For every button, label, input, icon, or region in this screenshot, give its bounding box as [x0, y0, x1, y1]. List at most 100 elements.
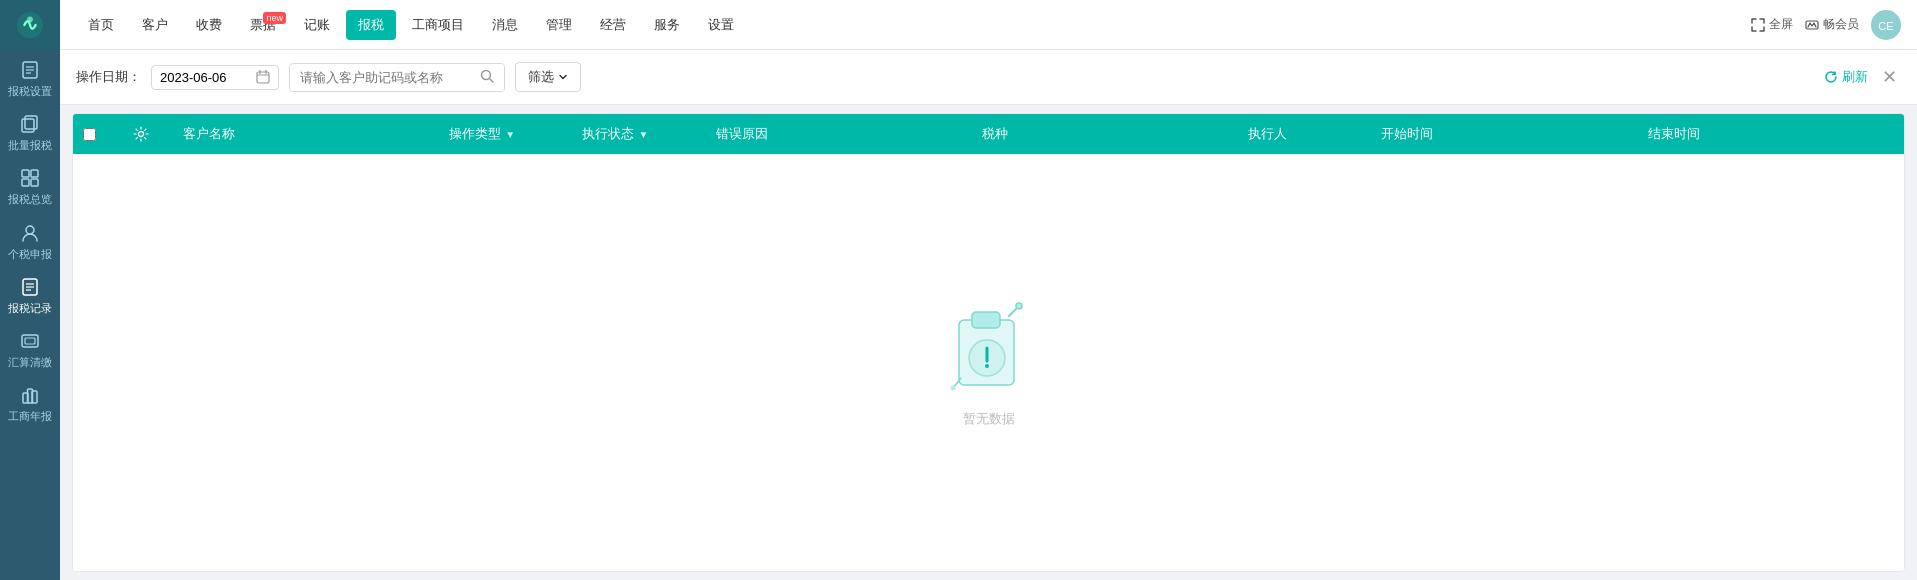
svg-point-1 [27, 17, 33, 23]
calendar-icon [256, 70, 270, 84]
settings-icon [133, 126, 149, 142]
th-executor: 执行人 [1238, 125, 1371, 143]
sort-exec-status-icon: ▼ [638, 129, 648, 140]
refresh-button[interactable]: 刷新 [1824, 68, 1868, 86]
date-label: 操作日期： [76, 68, 141, 86]
search-button[interactable] [470, 64, 504, 91]
sidebar-item-baoshui-zonlan[interactable]: 报税总览 [0, 158, 60, 212]
svg-point-38 [1016, 303, 1022, 309]
sidebar-item-baoshui-jilu[interactable]: 报税记录 [0, 267, 60, 321]
vip-icon [1805, 18, 1819, 32]
svg-line-30 [490, 78, 494, 82]
huisuan-jiaona-icon [18, 329, 42, 353]
filter-button[interactable]: 筛选 [515, 62, 581, 92]
search-input[interactable] [290, 65, 470, 90]
table-header: 客户名称 操作类型 ▼ 执行状态 ▼ 错误原因 税种 执行人 开始时间 结束时间 [73, 114, 1904, 154]
nav-jingying[interactable]: 经营 [588, 10, 638, 40]
sidebar-item-gongshang-nianbao[interactable]: 工商年报 [0, 375, 60, 429]
svg-rect-18 [25, 338, 35, 344]
refresh-icon [1824, 70, 1838, 84]
filter-label: 筛选 [528, 68, 554, 86]
th-exec-status[interactable]: 执行状态 ▼ [572, 125, 705, 143]
nav-guanli[interactable]: 管理 [534, 10, 584, 40]
fullscreen-button[interactable]: 全屏 [1751, 16, 1793, 33]
avatar[interactable]: CE [1871, 10, 1901, 40]
date-picker[interactable] [151, 65, 279, 90]
th-settings[interactable] [123, 126, 173, 142]
sidebar-item-baoshui-shezhi[interactable]: 报税设置 [0, 50, 60, 104]
close-button[interactable]: ✕ [1878, 66, 1901, 88]
baoshui-shezhi-icon [18, 58, 42, 82]
svg-rect-25 [257, 72, 269, 83]
nav-shoufei[interactable]: 收费 [184, 10, 234, 40]
sidebar-item-label-baoshui-zonlan: 报税总览 [8, 193, 52, 206]
nav-xiaoxi[interactable]: 消息 [480, 10, 530, 40]
search-icon [480, 69, 494, 83]
svg-point-40 [950, 385, 955, 390]
empty-text: 暂无数据 [963, 410, 1015, 428]
svg-rect-33 [972, 312, 1000, 328]
sidebar-item-label-gongshang-nianbao: 工商年报 [8, 410, 52, 423]
fullscreen-icon [1751, 18, 1765, 32]
search-wrap [289, 63, 505, 92]
date-input[interactable] [160, 70, 250, 85]
th-error-reason: 错误原因 [706, 125, 972, 143]
sidebar-item-label-geshuisheabao: 个税申报 [8, 248, 52, 261]
sidebar-item-label-piliang-baoshui: 批量报税 [8, 139, 52, 152]
sidebar-item-huisuan-jiaona[interactable]: 汇算清缴 [0, 321, 60, 375]
svg-rect-8 [22, 170, 29, 177]
gongshang-nianbao-icon [18, 383, 42, 407]
select-all-checkbox[interactable] [83, 128, 96, 141]
topnav-right: 全屏 畅会员 CE [1751, 10, 1901, 40]
th-tax-type: 税种 [972, 125, 1238, 143]
topnav: 首页 客户 收费 票据 new 记账 报税 工商项目 消息 管理 经营 服务 设… [60, 0, 1917, 50]
sidebar-logo [0, 0, 60, 50]
sidebar-item-piliang-baoshui[interactable]: 批量报税 [0, 104, 60, 158]
toolbar: 操作日期： 筛选 [60, 50, 1917, 105]
baoshui-zonlan-icon [18, 166, 42, 190]
table-wrap: 客户名称 操作类型 ▼ 执行状态 ▼ 错误原因 税种 执行人 开始时间 结束时间 [72, 113, 1905, 572]
th-checkbox[interactable] [73, 128, 123, 141]
sort-op-type-icon: ▼ [505, 129, 515, 140]
sidebar-item-geshuisheabao[interactable]: 个税申报 [0, 213, 60, 267]
nav-baoshui[interactable]: 报税 [346, 10, 396, 40]
nav-kehu[interactable]: 客户 [130, 10, 180, 40]
vip-label: 畅会员 [1823, 16, 1859, 33]
piaoju-badge: new [263, 12, 286, 25]
baoshui-jilu-icon [18, 275, 42, 299]
th-start-time: 开始时间 [1371, 125, 1637, 143]
sidebar-item-label-huisuan-jiaona: 汇算清缴 [8, 356, 52, 369]
nav-piaoju[interactable]: 票据 new [238, 10, 288, 40]
svg-rect-6 [22, 119, 34, 132]
svg-rect-7 [25, 116, 37, 129]
svg-point-31 [139, 132, 144, 137]
th-client-name: 客户名称 [173, 125, 439, 143]
svg-point-12 [26, 226, 34, 234]
nav-shezhi[interactable]: 设置 [696, 10, 746, 40]
svg-rect-11 [31, 179, 38, 186]
svg-rect-21 [32, 391, 37, 403]
svg-rect-10 [22, 179, 29, 186]
th-op-type[interactable]: 操作类型 ▼ [439, 125, 572, 143]
content-area: 操作日期： 筛选 [60, 50, 1917, 580]
nav-fuwu[interactable]: 服务 [642, 10, 692, 40]
svg-rect-9 [31, 170, 38, 177]
nav-jizhang[interactable]: 记账 [292, 10, 342, 40]
sidebar-item-label-baoshui-jilu: 报税记录 [8, 302, 52, 315]
sidebar-item-label-baoshui-shezhi: 报税设置 [8, 85, 52, 98]
th-end-time: 结束时间 [1638, 125, 1904, 143]
nav-gongshang-xiangmu[interactable]: 工商项目 [400, 10, 476, 40]
piliang-baoshui-icon [18, 112, 42, 136]
vip-button[interactable]: 畅会员 [1805, 16, 1859, 33]
refresh-label: 刷新 [1842, 68, 1868, 86]
empty-illustration [939, 298, 1039, 398]
svg-text:CE: CE [1878, 20, 1893, 32]
svg-point-36 [985, 364, 989, 368]
table-body: 暂无数据 [73, 154, 1904, 571]
geshuisheabao-icon [18, 221, 42, 245]
main-area: 首页 客户 收费 票据 new 记账 报税 工商项目 消息 管理 经营 服务 设… [60, 0, 1917, 580]
chevron-down-icon [558, 72, 568, 82]
fullscreen-label: 全屏 [1769, 16, 1793, 33]
nav-home[interactable]: 首页 [76, 10, 126, 40]
sidebar: 报税设置 批量报税 报税总览 个税申报 [0, 0, 60, 580]
